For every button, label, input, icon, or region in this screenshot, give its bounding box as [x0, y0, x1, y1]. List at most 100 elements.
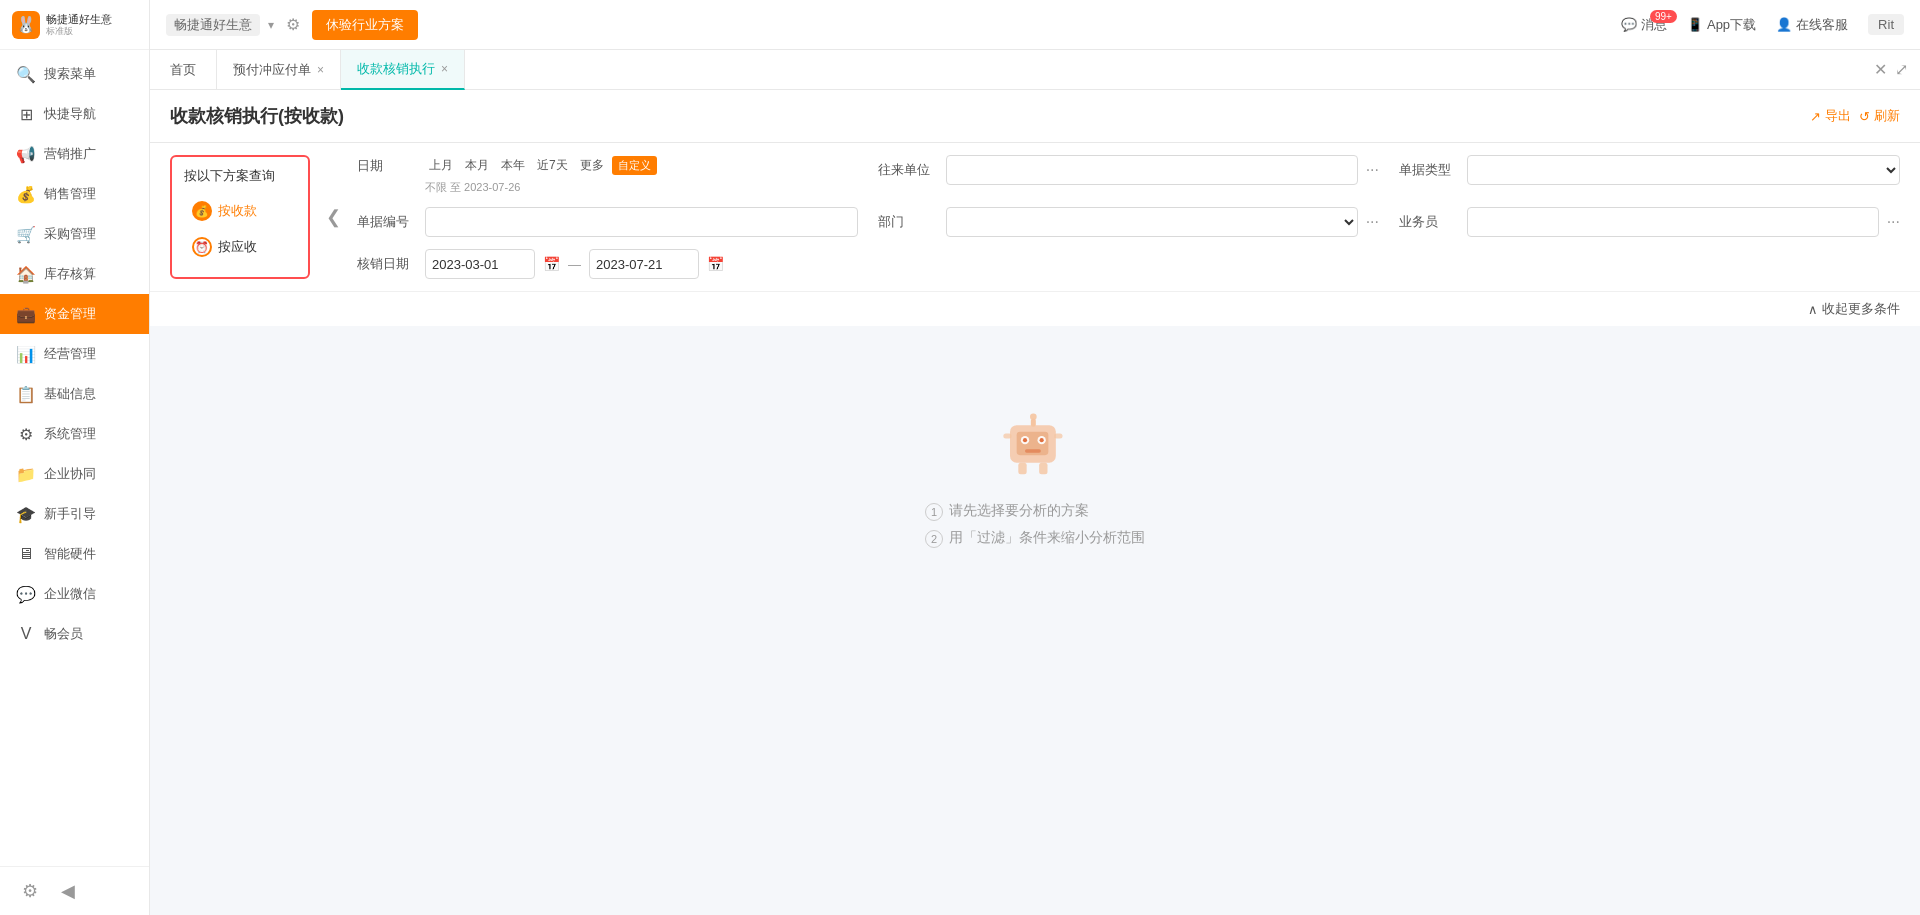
hardware-label: 智能硬件 [44, 545, 96, 563]
counter-party-input[interactable] [946, 155, 1358, 185]
topbar-settings-icon[interactable]: ⚙ [286, 15, 300, 34]
topbar-app-download[interactable]: 📱 App下载 [1687, 16, 1756, 34]
writeoff-end-input[interactable] [589, 249, 699, 279]
tab-receipt-writeoff[interactable]: 收款核销执行 × [341, 50, 465, 90]
sidebar-item-enterprise[interactable]: 📁 企业协同 [0, 454, 149, 494]
refresh-label: 刷新 [1874, 107, 1900, 125]
export-label: 导出 [1825, 107, 1851, 125]
tab-prepay-reconcile[interactable]: 预付冲应付单 × [217, 50, 341, 90]
department-label: 部门 [878, 213, 938, 231]
export-btn[interactable]: ↗ 导出 [1810, 107, 1851, 125]
svg-point-4 [1023, 438, 1027, 442]
sidebar-item-vip[interactable]: V 畅会员 [0, 614, 149, 654]
filter-date-group: 日期 上月 本月 本年 近7天 更多 自定义 [357, 155, 858, 195]
collapse-sidebar-icon[interactable]: ◀ [54, 877, 82, 905]
empty-tip-2: 2 用「过滤」条件来缩小分析范围 [925, 529, 1145, 548]
sidebar-item-system[interactable]: ⚙ 系统管理 [0, 414, 149, 454]
enterprise-label: 企业协同 [44, 465, 96, 483]
industry-btn[interactable]: 休验行业方案 [312, 10, 418, 40]
date-btn-this-year[interactable]: 本年 [497, 155, 529, 176]
svg-rect-6 [1025, 449, 1041, 452]
search-menu-icon: 🔍 [16, 64, 36, 84]
tip-num-2: 2 [925, 530, 943, 548]
doc-type-select[interactable] [1467, 155, 1900, 185]
collapse-row: ∧ 收起更多条件 [150, 291, 1920, 326]
sidebar-item-basic-info[interactable]: 📋 基础信息 [0, 374, 149, 414]
topbar-brand: 畅捷通好生意 ▾ [166, 14, 274, 36]
hardware-icon: 🖥 [16, 544, 36, 564]
filter-option-receipt-label: 按收款 [218, 202, 257, 220]
date-custom-badge[interactable]: 自定义 [612, 156, 657, 175]
topbar-online-service[interactable]: 👤 在线客服 [1776, 16, 1848, 34]
service-icon: 👤 [1776, 17, 1792, 32]
filter-counter-party-row: 往来单位 ··· [878, 155, 1379, 185]
date-btn-7days[interactable]: 近7天 [533, 155, 572, 176]
filter-panel-title: 按以下方案查询 [184, 167, 296, 185]
filter-option-receipt-icon: 💰 [192, 201, 212, 221]
operation-icon: 📊 [16, 344, 36, 364]
filter-date-range-hint: 不限 至 2023-07-26 [357, 180, 858, 195]
collapse-arrow[interactable]: ❮ [326, 155, 341, 279]
date-btn-more[interactable]: 更多 [576, 155, 608, 176]
topbar-message[interactable]: 💬 消息 99+ [1621, 16, 1667, 34]
filter-option-by-receipt[interactable]: 💰 按收款 [184, 195, 296, 227]
writeoff-end-calendar-icon[interactable]: 📅 [707, 256, 724, 272]
writeoff-start-calendar-icon[interactable]: 📅 [543, 256, 560, 272]
basic-info-icon: 📋 [16, 384, 36, 404]
doc-type-label: 单据类型 [1399, 161, 1459, 179]
tabbar-close-icon[interactable]: ✕ [1874, 60, 1887, 79]
sidebar-item-wechat[interactable]: 💬 企业微信 [0, 574, 149, 614]
collapse-btn[interactable]: ∧ 收起更多条件 [1808, 300, 1900, 318]
topbar-right: 💬 消息 99+ 📱 App下载 👤 在线客服 Rit [1621, 14, 1904, 35]
filter-option-receivable-icon: ⏰ [192, 237, 212, 257]
sidebar-item-finance[interactable]: 💼 资金管理 [0, 294, 149, 334]
sidebar-item-guide[interactable]: 🎓 新手引导 [0, 494, 149, 534]
sidebar-item-sales[interactable]: 💰 销售管理 [0, 174, 149, 214]
department-select[interactable] [946, 207, 1358, 237]
topbar-brand-name: 畅捷通好生意 [166, 14, 260, 36]
app-label: App下载 [1707, 16, 1756, 34]
tab-prepay-label: 预付冲应付单 [233, 61, 311, 79]
sidebar-item-purchase[interactable]: 🛒 采购管理 [0, 214, 149, 254]
tab-prepay-close[interactable]: × [317, 64, 324, 76]
date-label: 日期 [357, 157, 417, 175]
doc-no-input[interactable] [425, 207, 858, 237]
department-more-icon[interactable]: ··· [1366, 213, 1379, 231]
filter-left-panel: 按以下方案查询 💰 按收款 ⏰ 按应收 [170, 155, 310, 279]
sales-icon: 💰 [16, 184, 36, 204]
filter-doc-no-row: 单据编号 [357, 207, 858, 237]
tab-receipt-close[interactable]: × [441, 63, 448, 75]
counter-party-more-icon[interactable]: ··· [1366, 161, 1379, 179]
tabbar-expand-icon[interactable]: ⤢ [1895, 60, 1908, 79]
topbar-dropdown-icon[interactable]: ▾ [268, 18, 274, 32]
refresh-btn[interactable]: ↺ 刷新 [1859, 107, 1900, 125]
sidebar-item-marketing[interactable]: 📢 营销推广 [0, 134, 149, 174]
sidebar-item-search-menu[interactable]: 🔍 搜索菜单 [0, 54, 149, 94]
date-btn-last-month[interactable]: 上月 [425, 155, 457, 176]
writeoff-start-input[interactable] [425, 249, 535, 279]
tab-home[interactable]: 首页 [150, 50, 217, 90]
topbar-user[interactable]: Rit [1868, 14, 1904, 35]
settings-bottom-icon[interactable]: ⚙ [16, 877, 44, 905]
sidebar-item-quick-nav[interactable]: ⊞ 快捷导航 [0, 94, 149, 134]
quick-nav-label: 快捷导航 [44, 105, 96, 123]
salesperson-more-icon[interactable]: ··· [1887, 213, 1900, 231]
sidebar-item-operation[interactable]: 📊 经营管理 [0, 334, 149, 374]
filter-option-by-receivable[interactable]: ⏰ 按应收 [184, 231, 296, 263]
collapse-chevron-icon: ∧ [1808, 302, 1818, 317]
svg-rect-9 [1003, 434, 1011, 439]
page-header: 收款核销执行(按收款) ↗ 导出 ↺ 刷新 [150, 90, 1920, 143]
page-content: 收款核销执行(按收款) ↗ 导出 ↺ 刷新 按以下方案查询 💰 按收款 [150, 90, 1920, 915]
svg-rect-11 [1018, 463, 1026, 475]
vip-icon: V [16, 624, 36, 644]
refresh-icon: ↺ [1859, 109, 1870, 124]
page-header-actions: ↗ 导出 ↺ 刷新 [1810, 107, 1900, 139]
logo-badge: 标准版 [46, 26, 112, 38]
date-btn-this-month[interactable]: 本月 [461, 155, 493, 176]
salesperson-input[interactable] [1467, 207, 1879, 237]
purchase-label: 采购管理 [44, 225, 96, 243]
tip-num-1: 1 [925, 503, 943, 521]
sidebar-item-hardware[interactable]: 🖥 智能硬件 [0, 534, 149, 574]
sidebar-item-inventory[interactable]: 🏠 库存核算 [0, 254, 149, 294]
purchase-icon: 🛒 [16, 224, 36, 244]
